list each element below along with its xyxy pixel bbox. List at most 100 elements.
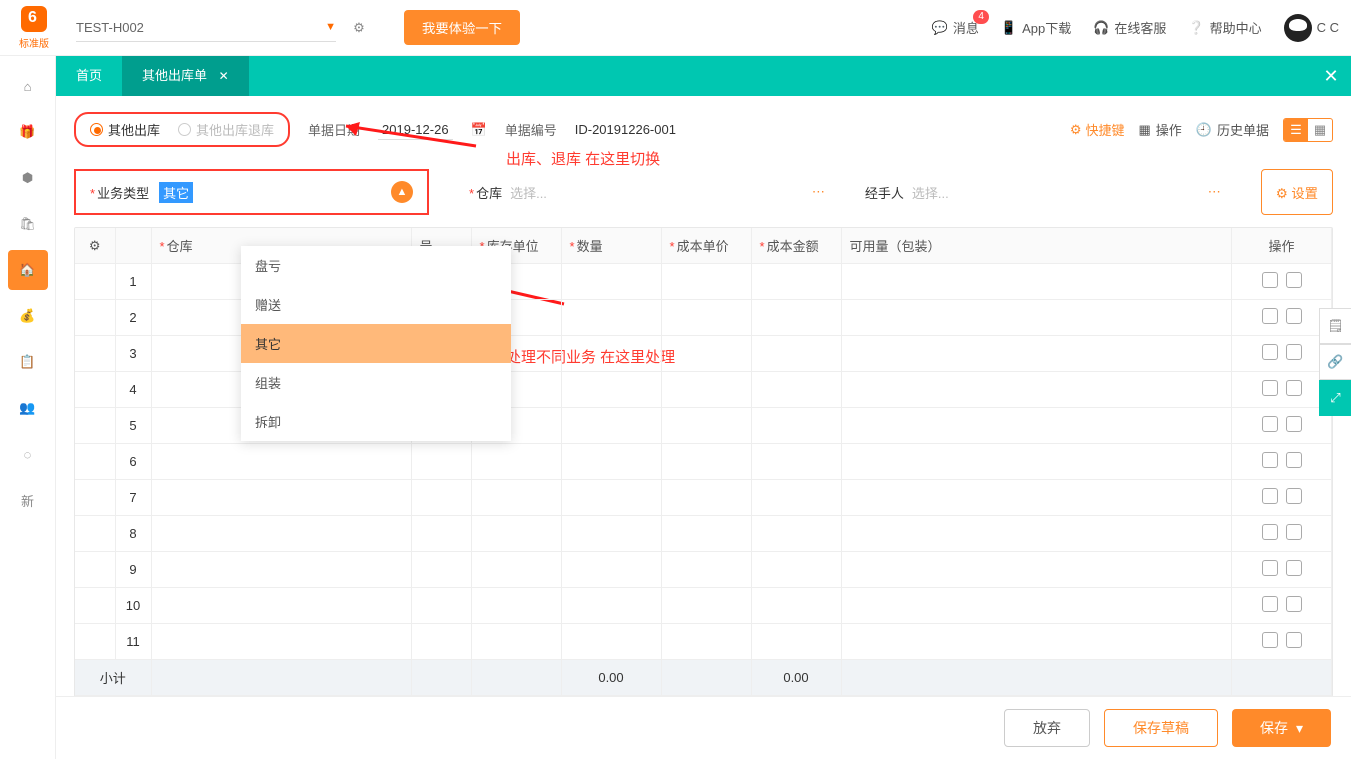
history-label: 历史单据 [1217, 120, 1269, 139]
settings-icon[interactable]: ⚙ [344, 20, 374, 36]
sidebar-warehouse[interactable]: 🏠 [8, 250, 48, 290]
shortcut-link[interactable]: ⚙ 快捷键 [1070, 120, 1125, 139]
chevron-down-icon: ▾ [1296, 720, 1303, 737]
sidebar-new[interactable]: 新 [8, 480, 48, 520]
biz-type-field[interactable]: *业务类型 其它 ▲ [74, 169, 429, 215]
copy-icon[interactable] [1286, 308, 1302, 324]
view-grid-button[interactable]: ▦ [1308, 119, 1332, 141]
view-list-button[interactable]: ☰ [1284, 119, 1308, 141]
copy-icon[interactable] [1286, 488, 1302, 504]
dropdown-item-pankui[interactable]: 盘亏 [241, 246, 511, 285]
dropdown-item-zengsong[interactable]: 赠送 [241, 285, 511, 324]
warehouse-field[interactable]: *仓库 选择... ⋯ [469, 169, 825, 215]
phone-icon: 📱 [1001, 20, 1017, 36]
tabbar: 首页 其他出库单 ✕ ✕ [56, 56, 1351, 96]
delete-icon[interactable] [1262, 272, 1278, 288]
docnum-label: 单据编号 [505, 120, 557, 139]
store-selector[interactable]: TEST-H002 ▼ [76, 14, 336, 42]
table-row[interactable]: 7 [75, 480, 1332, 516]
shortcut-label: 快捷键 [1085, 120, 1124, 139]
delete-icon[interactable] [1262, 380, 1278, 396]
delete-icon[interactable] [1262, 524, 1278, 540]
close-icon[interactable]: ✕ [219, 69, 229, 83]
save-draft-button[interactable]: 保存草稿 [1104, 709, 1218, 747]
sidebar-bag[interactable]: 🛍 [8, 204, 48, 244]
delete-icon[interactable] [1262, 596, 1278, 612]
col-cost-amount: *成本金额 [751, 228, 841, 264]
copy-icon[interactable] [1286, 380, 1302, 396]
user-name: C C [1317, 20, 1339, 35]
gear-icon: ⚙ [1070, 122, 1082, 138]
save-button[interactable]: 保存 ▾ [1232, 709, 1331, 747]
more-icon[interactable]: ⋯ [1208, 184, 1221, 200]
biz-type-value: 其它 [159, 182, 193, 203]
tab-other-outbound[interactable]: 其他出库单 ✕ [122, 56, 249, 96]
float-expand-button[interactable]: ⤢ [1319, 380, 1351, 416]
messages-link[interactable]: 💬 消息 4 [932, 18, 979, 37]
date-value[interactable]: 2019-12-26 [378, 120, 453, 140]
try-button[interactable]: 我要体验一下 [404, 10, 520, 45]
col-gear[interactable]: ⚙ [75, 228, 115, 264]
settings-button[interactable]: ⚙ 设置 [1261, 169, 1333, 215]
sidebar-gift[interactable]: 🎁 [8, 112, 48, 152]
copy-icon[interactable] [1286, 344, 1302, 360]
chevron-up-circle-icon[interactable]: ▲ [391, 181, 413, 203]
delete-icon[interactable] [1262, 488, 1278, 504]
table-row[interactable]: 11 [75, 624, 1332, 660]
app-download-label: App下载 [1022, 18, 1071, 37]
copy-icon[interactable] [1286, 596, 1302, 612]
table-row[interactable]: 6 [75, 444, 1332, 480]
tab-home[interactable]: 首页 [56, 56, 122, 96]
float-link-button[interactable]: 🔗 [1319, 344, 1351, 380]
col-available: 可用量（包装） [841, 228, 1232, 264]
sidebar-house[interactable]: ⬢ [8, 158, 48, 198]
help-icon: ❔ [1188, 20, 1204, 36]
copy-icon[interactable] [1286, 524, 1302, 540]
sidebar-dots[interactable]: ◌ [8, 434, 48, 474]
calendar-icon[interactable]: 📅 [471, 122, 487, 138]
radio-outbound[interactable]: 其他出库 [90, 120, 160, 139]
warehouse-label: *仓库 [469, 183, 502, 202]
copy-icon[interactable] [1286, 272, 1302, 288]
more-icon[interactable]: ⋯ [812, 184, 825, 200]
dropdown-item-chaixie[interactable]: 拆卸 [241, 402, 511, 441]
grid-icon: ▦ [1138, 122, 1150, 138]
radio-return[interactable]: 其他出库退库 [178, 120, 274, 139]
avatar-icon [1284, 14, 1312, 42]
logo-icon [21, 6, 47, 32]
table-row[interactable]: 10 [75, 588, 1332, 624]
operate-link[interactable]: ▦ 操作 [1138, 120, 1181, 139]
settings-button-label: 设置 [1291, 186, 1318, 201]
dropdown-item-zuzhuang[interactable]: 组装 [241, 363, 511, 402]
float-note-button[interactable]: 🗒 [1319, 308, 1351, 344]
copy-icon[interactable] [1286, 632, 1302, 648]
copy-icon[interactable] [1286, 560, 1302, 576]
table-row[interactable]: 9 [75, 552, 1332, 588]
delete-icon[interactable] [1262, 308, 1278, 324]
sidebar: ⌂ 🎁 ⬢ 🛍 🏠 💰 📋 👥 ◌ 新 [0, 56, 56, 759]
delete-icon[interactable] [1262, 344, 1278, 360]
help-center-link[interactable]: ❔ 帮助中心 [1188, 18, 1261, 37]
sidebar-money[interactable]: 💰 [8, 296, 48, 336]
copy-icon[interactable] [1286, 416, 1302, 432]
delete-icon[interactable] [1262, 560, 1278, 576]
app-download-link[interactable]: 📱 App下载 [1001, 18, 1071, 37]
online-service-link[interactable]: 🎧 在线客服 [1093, 18, 1166, 37]
sidebar-clipboard[interactable]: 📋 [8, 342, 48, 382]
table-row[interactable]: 8 [75, 516, 1332, 552]
delete-icon[interactable] [1262, 452, 1278, 468]
history-link[interactable]: 🕘 历史单据 [1196, 120, 1269, 139]
tab-active-label: 其他出库单 [142, 68, 207, 83]
warehouse-placeholder: 选择... [510, 183, 547, 202]
sidebar-people[interactable]: 👥 [8, 388, 48, 428]
delete-icon[interactable] [1262, 416, 1278, 432]
delete-icon[interactable] [1262, 632, 1278, 648]
copy-icon[interactable] [1286, 452, 1302, 468]
tabbar-close-button[interactable]: ✕ [1311, 56, 1351, 96]
user-menu[interactable]: C C [1284, 14, 1339, 42]
handler-field[interactable]: 经手人 选择... ⋯ [865, 169, 1221, 215]
discard-button[interactable]: 放弃 [1004, 709, 1090, 747]
sidebar-home[interactable]: ⌂ [8, 66, 48, 106]
radio-return-label: 其他出库退库 [196, 120, 274, 139]
dropdown-item-qita[interactable]: 其它 [241, 324, 511, 363]
